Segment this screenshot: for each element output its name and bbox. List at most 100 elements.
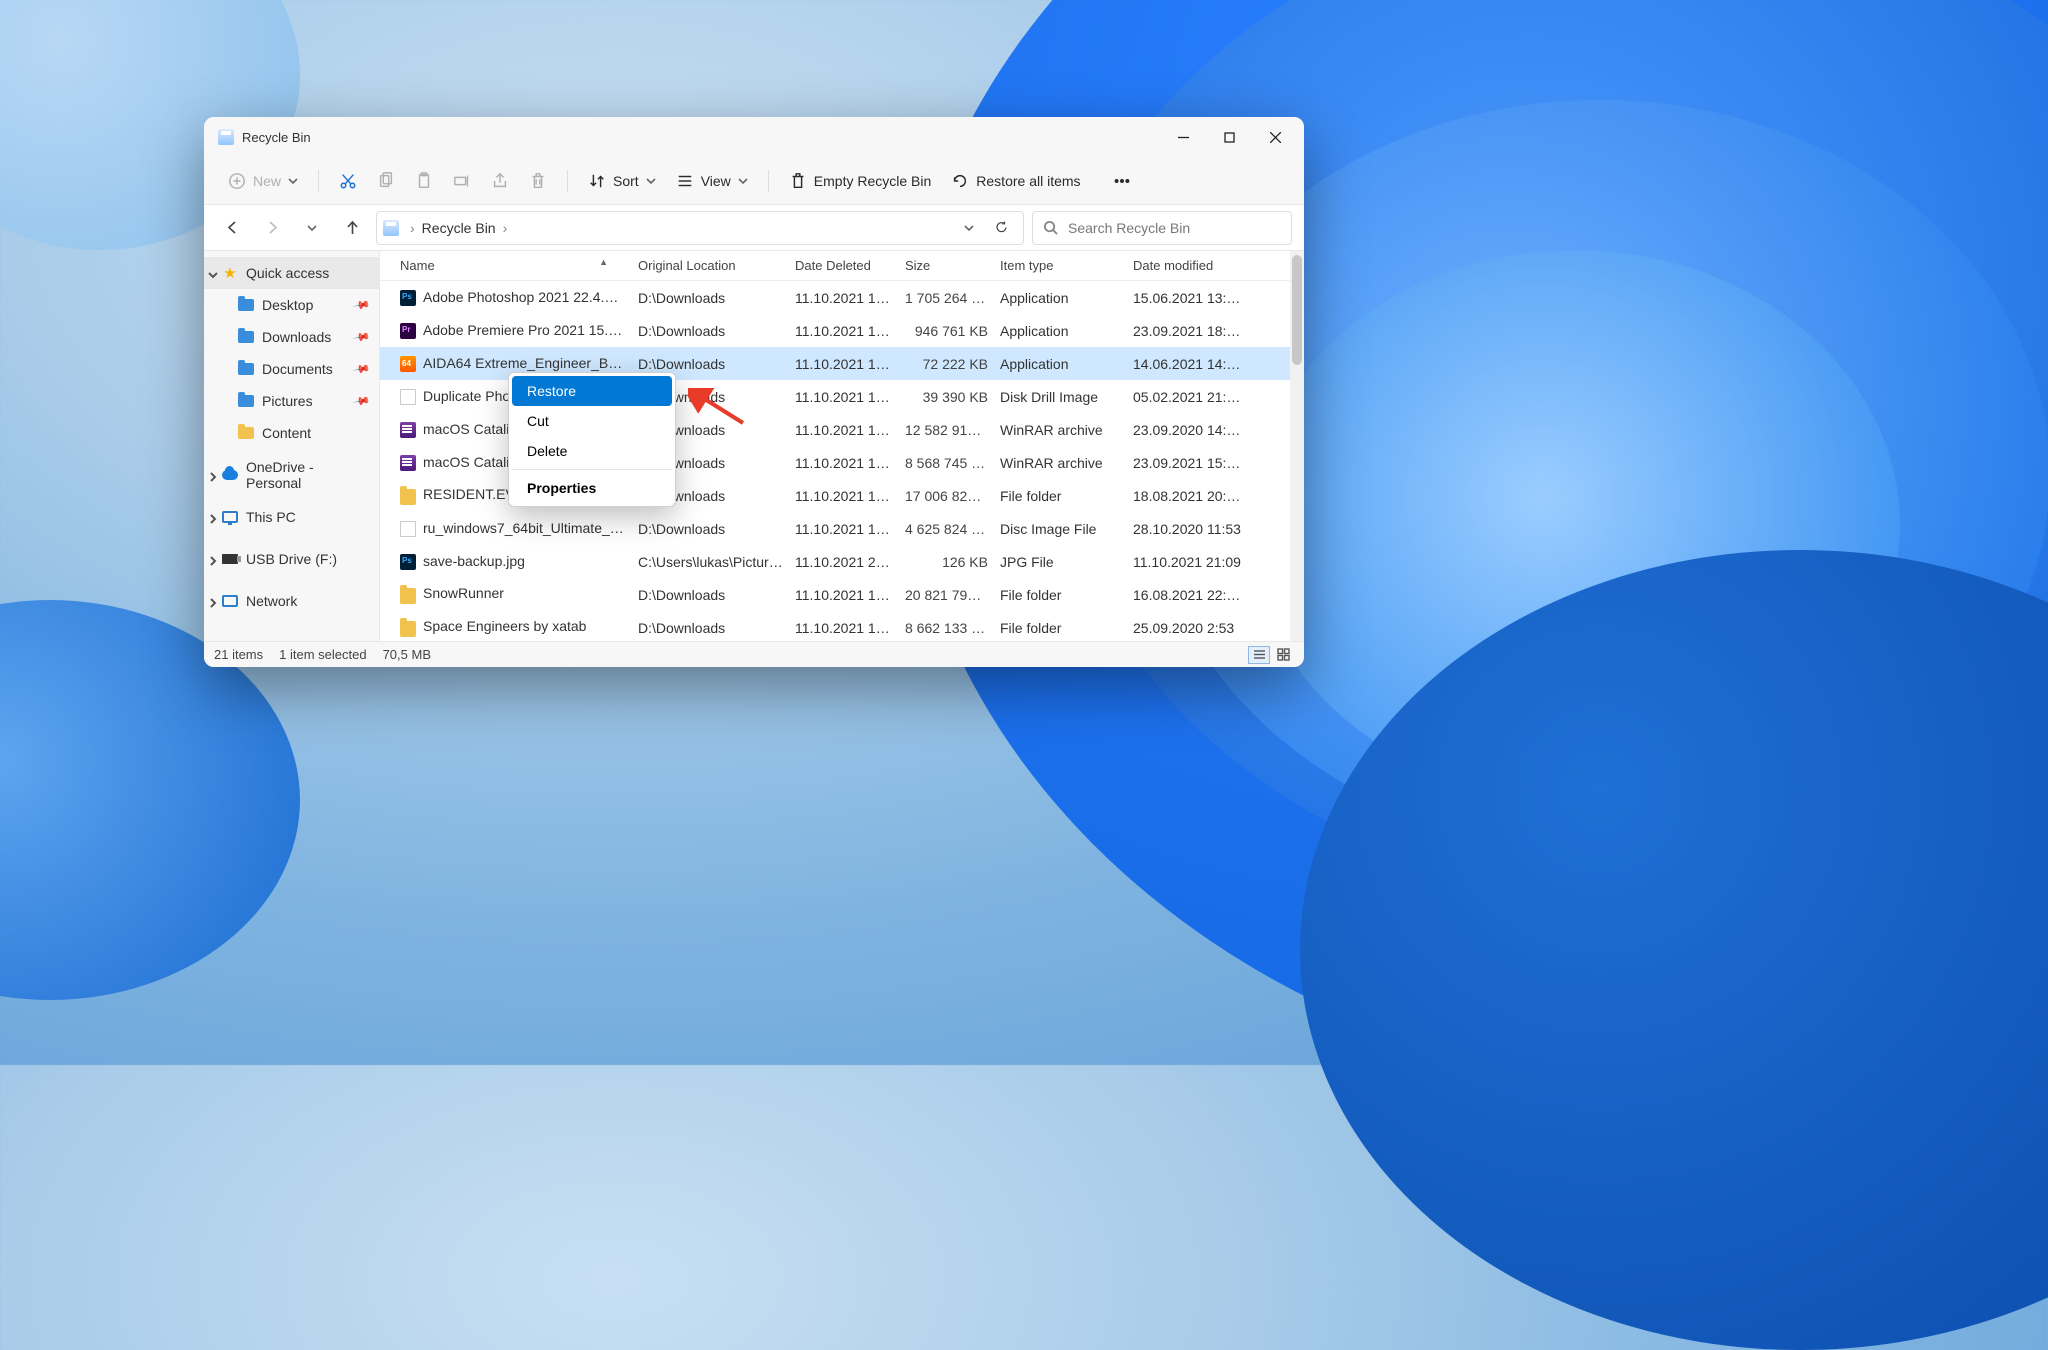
file-type: File folder [994, 620, 1127, 636]
file-date-modified: 23.09.2021 18:50 [1127, 323, 1247, 339]
file-name: save-backup.jpg [423, 553, 525, 569]
table-row[interactable]: SnowRunnerD:\Downloads11.10.2021 16:2520… [380, 578, 1304, 611]
paste-button[interactable] [405, 166, 443, 196]
back-button[interactable] [216, 212, 248, 244]
file-icon [400, 489, 416, 505]
cloud-icon [222, 470, 238, 480]
sidebar-item-pictures[interactable]: Pictures📌 [204, 385, 379, 417]
file-date-modified: 23.09.2020 14:54 [1127, 422, 1247, 438]
file-size: 946 761 KB [899, 323, 994, 339]
file-date-deleted: 11.10.2021 16:26 [789, 521, 899, 537]
folder-icon [238, 427, 254, 439]
file-date-deleted: 11.10.2021 16:25 [789, 620, 899, 636]
search-input[interactable]: Search Recycle Bin [1032, 211, 1292, 245]
table-row[interactable]: Adobe Photoshop 2021 22.4.2.242 R...D:\D… [380, 281, 1304, 314]
col-item-type[interactable]: Item type [994, 258, 1127, 273]
file-date-modified: 28.10.2020 11:53 [1127, 521, 1247, 537]
col-date-deleted[interactable]: Date Deleted [789, 258, 899, 273]
file-date-modified: 05.02.2021 21:48 [1127, 389, 1247, 405]
sidebar-item-network[interactable]: Network [204, 585, 379, 617]
file-date-modified: 15.06.2021 13:17 [1127, 290, 1247, 306]
file-date-modified: 18.08.2021 20:48 [1127, 488, 1247, 504]
file-date-deleted: 11.10.2021 16:26 [789, 356, 899, 372]
pictures-icon [238, 395, 254, 407]
file-original-location: D:\Downloads [632, 620, 789, 636]
recent-button[interactable] [296, 212, 328, 244]
col-name[interactable]: Name▲ [394, 258, 632, 273]
table-row[interactable]: ru_windows7_64bit_Ultimate_msdn_...D:\Do… [380, 512, 1304, 545]
breadcrumb[interactable]: › Recycle Bin › [376, 211, 1024, 245]
ctx-properties[interactable]: Properties [512, 473, 672, 503]
forward-button[interactable] [256, 212, 288, 244]
refresh-button[interactable] [985, 212, 1017, 244]
delete-button[interactable] [519, 166, 557, 196]
table-row[interactable]: save-backup.jpgC:\Users\lukas\Pictures\.… [380, 545, 1304, 578]
more-button[interactable] [1103, 166, 1141, 196]
col-size[interactable]: Size [899, 258, 994, 273]
sidebar-item-documents[interactable]: Documents📌 [204, 353, 379, 385]
sidebar-item-quick-access[interactable]: ★ Quick access [204, 257, 379, 289]
file-size: 17 006 827 ... [899, 488, 994, 504]
cut-button[interactable] [329, 166, 367, 196]
ctx-restore[interactable]: Restore [512, 376, 672, 406]
recycle-bin-icon [218, 129, 234, 145]
empty-label: Empty Recycle Bin [814, 173, 931, 189]
file-name: Adobe Photoshop 2021 22.4.2.242 R... [423, 289, 632, 305]
sort-button[interactable]: Sort [578, 166, 666, 196]
rename-button[interactable] [443, 166, 481, 196]
file-type: Application [994, 356, 1127, 372]
star-icon: ★ [222, 265, 238, 281]
sidebar-item-desktop[interactable]: Desktop📌 [204, 289, 379, 321]
restore-all-label: Restore all items [976, 173, 1080, 189]
copy-icon [377, 172, 395, 190]
up-button[interactable] [336, 212, 368, 244]
maximize-button[interactable] [1206, 117, 1252, 157]
empty-recycle-bin-button[interactable]: Empty Recycle Bin [779, 166, 941, 196]
list-icon [676, 172, 694, 190]
sidebar-item-downloads[interactable]: Downloads📌 [204, 321, 379, 353]
close-button[interactable] [1252, 117, 1298, 157]
file-type: JPG File [994, 554, 1127, 570]
share-button[interactable] [481, 166, 519, 196]
restore-icon [951, 172, 969, 190]
file-original-location: D:\Downloads [632, 323, 789, 339]
new-button[interactable]: New [218, 166, 308, 196]
sidebar-item-usb[interactable]: USB Drive (F:) [204, 543, 379, 575]
sidebar-item-content[interactable]: Content [204, 417, 379, 449]
col-date-modified[interactable]: Date modified [1127, 258, 1247, 273]
clipboard-icon [415, 172, 433, 190]
thumbnails-view-button[interactable] [1272, 646, 1294, 664]
sort-ascending-icon: ▲ [599, 257, 608, 267]
ctx-cut[interactable]: Cut [512, 406, 672, 436]
chevron-right-icon [208, 595, 220, 607]
file-size: 8 568 745 KB [899, 455, 994, 471]
file-size: 8 662 133 KB [899, 620, 994, 636]
scrollbar-thumb[interactable] [1292, 255, 1302, 365]
table-row[interactable]: Space Engineers by xatabD:\Downloads11.1… [380, 611, 1304, 641]
scrollbar[interactable] [1290, 251, 1304, 641]
details-view-button[interactable] [1248, 646, 1270, 664]
restore-all-button[interactable]: Restore all items [941, 166, 1090, 196]
col-original-location[interactable]: Original Location [632, 258, 789, 273]
file-size: 39 390 KB [899, 389, 994, 405]
minimize-button[interactable] [1160, 117, 1206, 157]
view-label: View [701, 173, 731, 189]
file-size: 1 705 264 KB [899, 290, 994, 306]
file-date-deleted: 11.10.2021 16:25 [789, 587, 899, 603]
table-row[interactable]: Adobe Premiere Pro 2021 15.4.1.6 R...D:\… [380, 314, 1304, 347]
file-size: 72 222 KB [899, 356, 994, 372]
breadcrumb-dropdown[interactable] [953, 212, 985, 244]
share-icon [491, 172, 509, 190]
file-icon [400, 588, 416, 604]
sidebar-item-this-pc[interactable]: This PC [204, 501, 379, 533]
sidebar-item-onedrive[interactable]: OneDrive - Personal [204, 459, 379, 491]
ctx-delete[interactable]: Delete [512, 436, 672, 466]
view-button[interactable]: View [666, 166, 758, 196]
file-size: 20 821 799 ... [899, 587, 994, 603]
file-date-deleted: 11.10.2021 16:26 [789, 323, 899, 339]
ellipsis-icon [1113, 172, 1131, 190]
file-size: 4 625 824 KB [899, 521, 994, 537]
copy-button[interactable] [367, 166, 405, 196]
navigation-row: › Recycle Bin › Search Recycle Bin [204, 205, 1304, 251]
file-date-deleted: 11.10.2021 16:25 [789, 488, 899, 504]
